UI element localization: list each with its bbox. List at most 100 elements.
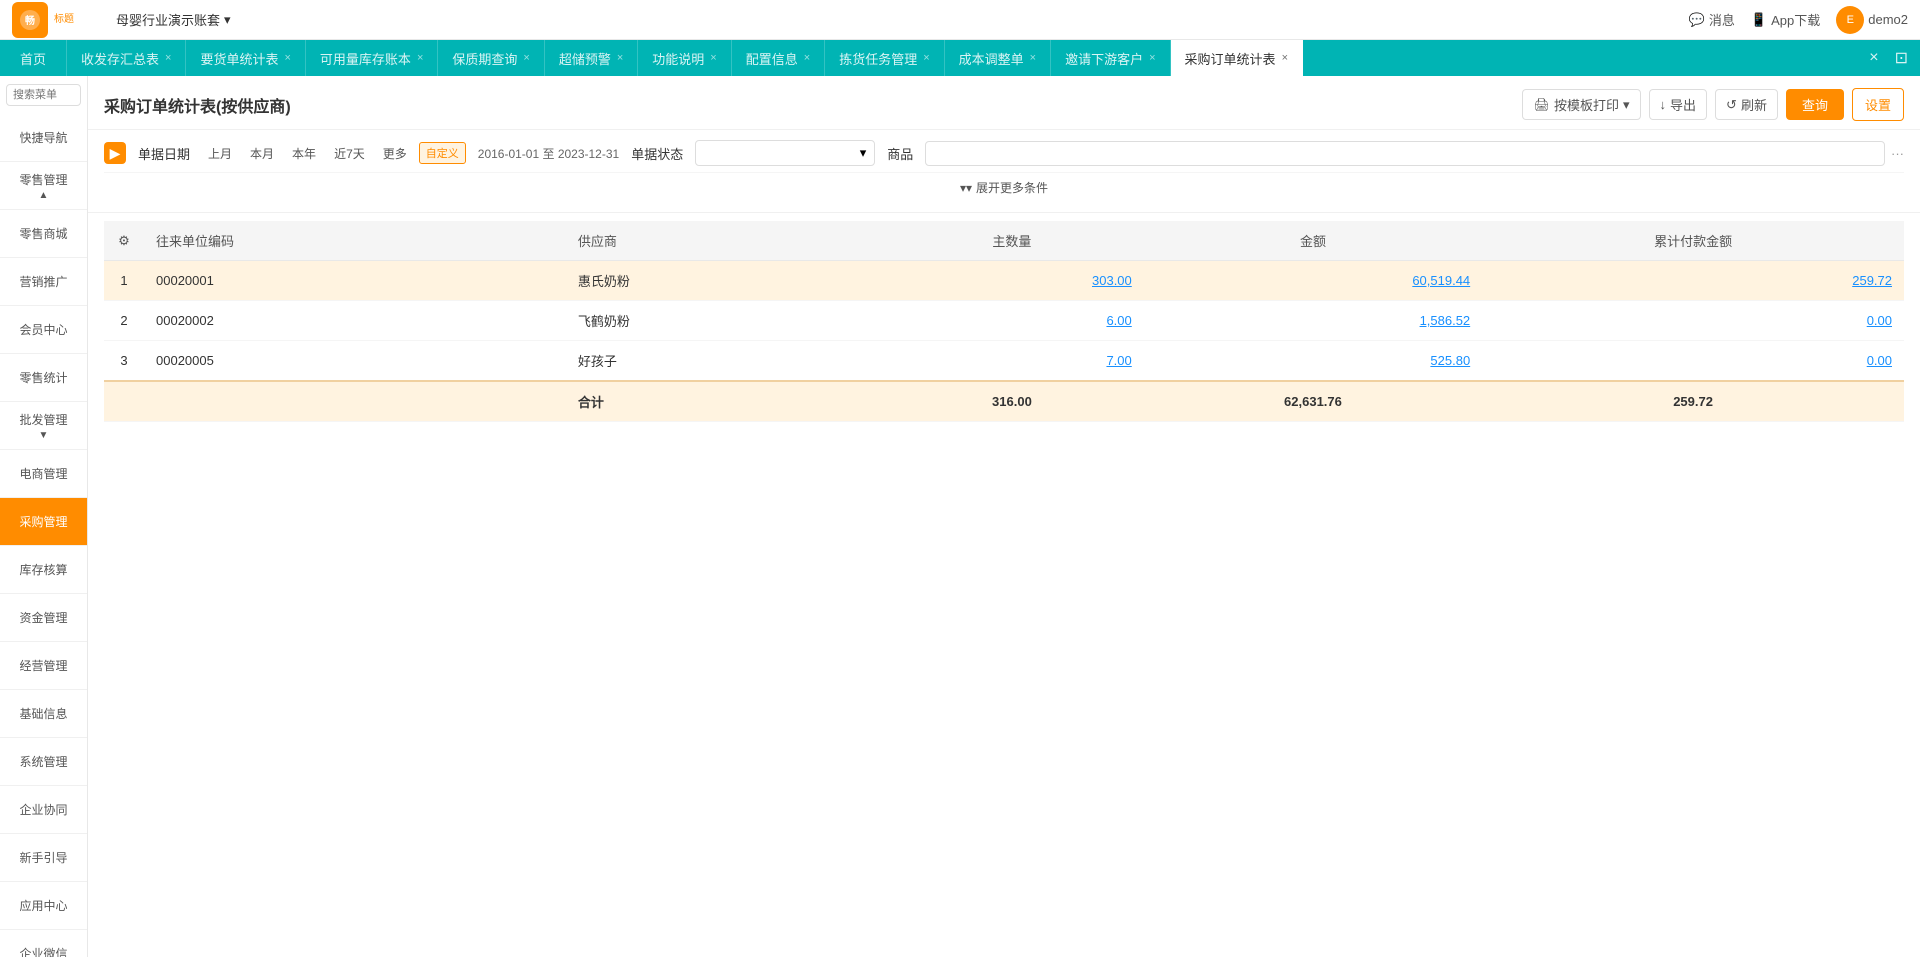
row-amount[interactable]: 525.80 (1144, 341, 1482, 382)
user-menu[interactable]: E demo2 (1836, 6, 1908, 34)
date-chip-this-month[interactable]: 本月 (244, 143, 280, 164)
sidebar-search-input[interactable] (6, 84, 81, 106)
goods-filter-label: 商品 (887, 144, 913, 163)
export-button[interactable]: ↓ 导出 (1649, 89, 1708, 120)
table-header: ⚙ 往来单位编码 供应商 主数量 金额 累计付款金额 (104, 221, 1904, 261)
row-code: 00020002 (144, 301, 566, 341)
close-tab-requisition[interactable]: × (284, 52, 290, 64)
page-title: 采购订单统计表(按供应商) (104, 93, 291, 117)
sidebar-item-retail-mall[interactable]: 零售商城 (0, 210, 87, 258)
close-tab-purchase[interactable]: × (1282, 52, 1288, 64)
date-chip-this-year[interactable]: 本年 (286, 143, 322, 164)
tab-home[interactable]: 首页 (0, 40, 67, 76)
date-chip-last-month[interactable]: 上月 (202, 143, 238, 164)
nav-tabs-end: × ⊡ (1865, 44, 1920, 72)
row-code: 00020005 (144, 341, 566, 382)
sidebar-item-wholesale[interactable]: 批发管理 ▼ (0, 402, 87, 450)
footer-amount: 62,631.76 (1144, 381, 1482, 422)
tab-config[interactable]: 配置信息 × (732, 40, 825, 76)
row-quantity[interactable]: 303.00 (880, 261, 1144, 301)
col-paid: 累计付款金额 (1482, 221, 1904, 261)
close-tab-config[interactable]: × (804, 52, 810, 64)
close-tab-stock[interactable]: × (417, 52, 423, 64)
row-supplier: 惠氏奶粉 (566, 261, 880, 301)
refresh-button[interactable]: ↺ 刷新 (1715, 89, 1778, 120)
query-button[interactable]: 查询 (1786, 89, 1844, 120)
tab-warranty-query[interactable]: 保质期查询 × (438, 40, 544, 76)
tab-picking-task[interactable]: 拣货任务管理 × (825, 40, 944, 76)
close-tab-overstock[interactable]: × (617, 52, 623, 64)
nav-tabs: 首页 收发存汇总表 × 要货单统计表 × 可用量库存账本 × 保质期查询 × 超… (0, 40, 1920, 76)
sidebar-item-app-center[interactable]: 应用中心 (0, 882, 87, 930)
date-chip-7days[interactable]: 近7天 (328, 143, 371, 164)
col-code: 往来单位编码 (144, 221, 566, 261)
row-amount[interactable]: 60,519.44 (1144, 261, 1482, 301)
top-bar-actions: 💬 消息 📱 App下载 E demo2 (1689, 6, 1908, 34)
row-supplier: 好孩子 (566, 341, 880, 382)
tab-available-stock[interactable]: 可用量库存账本 × (306, 40, 438, 76)
status-select[interactable]: ▾ (695, 140, 875, 166)
footer-label: 合计 (566, 381, 880, 422)
gear-icon[interactable]: ⚙ (118, 233, 130, 248)
sidebar-item-enterprise[interactable]: 企业协同 (0, 786, 87, 834)
sidebar-item-ecommerce[interactable]: 电商管理 (0, 450, 87, 498)
row-index: 1 (104, 261, 144, 301)
row-quantity[interactable]: 7.00 (880, 341, 1144, 382)
sidebar-item-retail-stats[interactable]: 零售统计 (0, 354, 87, 402)
tab-invite-downstream[interactable]: 邀请下游客户 × (1051, 40, 1170, 76)
goods-input[interactable] (925, 141, 1885, 166)
app-download-button[interactable]: 📱 App下载 (1751, 10, 1820, 29)
col-settings: ⚙ (104, 221, 144, 261)
row-paid[interactable]: 0.00 (1482, 341, 1904, 382)
row-index: 2 (104, 301, 144, 341)
goods-input-group: ··· (925, 141, 1904, 166)
settings-button[interactable]: 设置 (1852, 88, 1904, 121)
date-chips: 上月 本月 本年 近7天 更多 自定义 (202, 142, 466, 164)
close-tab-cost[interactable]: × (1030, 52, 1036, 64)
tab-collection-summary[interactable]: 收发存汇总表 × (67, 40, 186, 76)
message-button[interactable]: 💬 消息 (1689, 10, 1735, 29)
row-paid[interactable]: 259.72 (1482, 261, 1904, 301)
sidebar-item-quick-nav[interactable]: 快捷导航 (0, 114, 87, 162)
sidebar-item-basic-info[interactable]: 基础信息 (0, 690, 87, 738)
close-tab-invite[interactable]: × (1149, 52, 1155, 64)
sidebar-item-retail[interactable]: 零售管理 ▲ (0, 162, 87, 210)
tab-function-desc[interactable]: 功能说明 × (638, 40, 731, 76)
sidebar-item-operations[interactable]: 经营管理 (0, 642, 87, 690)
row-quantity[interactable]: 6.00 (880, 301, 1144, 341)
sidebar-item-guide[interactable]: 新手引导 (0, 834, 87, 882)
row-paid[interactable]: 0.00 (1482, 301, 1904, 341)
maximize-button[interactable]: ⊡ (1891, 44, 1912, 72)
footer-paid: 259.72 (1482, 381, 1904, 422)
close-tab-warranty[interactable]: × (523, 52, 529, 64)
close-all-tabs-button[interactable]: × (1865, 45, 1882, 71)
filter-toggle-button[interactable]: ▶ (104, 142, 126, 164)
template-print-button[interactable]: 🖨 按模板打印 ▾ (1522, 89, 1640, 120)
close-tab-collection[interactable]: × (165, 52, 171, 64)
date-chip-more[interactable]: 更多 (377, 143, 413, 164)
sidebar-item-finance[interactable]: 资金管理 (0, 594, 87, 642)
workspace-selector[interactable]: 母婴行业演示账套 ▾ (108, 6, 239, 33)
sidebar-item-system[interactable]: 系统管理 (0, 738, 87, 786)
tab-cost-adjust[interactable]: 成本调整单 × (945, 40, 1051, 76)
sidebar-item-purchase[interactable]: 采购管理 (0, 498, 87, 546)
sidebar-item-wechat[interactable]: 企业微信 (0, 930, 87, 957)
expand-more-button[interactable]: ▾▾ 展开更多条件 (104, 172, 1904, 202)
sidebar-item-member[interactable]: 会员中心 (0, 306, 87, 354)
sidebar-item-inventory[interactable]: 库存核算 (0, 546, 87, 594)
tab-purchase-stats[interactable]: 采购订单统计表 × (1171, 40, 1303, 76)
date-chip-custom[interactable]: 自定义 (419, 142, 466, 164)
row-amount[interactable]: 1,586.52 (1144, 301, 1482, 341)
close-tab-picking[interactable]: × (923, 52, 929, 64)
footer-quantity: 316.00 (880, 381, 1144, 422)
table-row: 3 00020005 好孩子 7.00 525.80 0.00 (104, 341, 1904, 382)
goods-more-icon[interactable]: ··· (1891, 146, 1904, 161)
status-filter-label: 单据状态 (631, 144, 683, 163)
col-quantity: 主数量 (880, 221, 1144, 261)
data-table: ⚙ 往来单位编码 供应商 主数量 金额 累计付款金额 1 00020001 (104, 221, 1904, 422)
tab-overstock-warning[interactable]: 超储预警 × (545, 40, 638, 76)
close-tab-function[interactable]: × (710, 52, 716, 64)
tab-requisition-stats[interactable]: 要货单统计表 × (186, 40, 305, 76)
page-header: 采购订单统计表(按供应商) 🖨 按模板打印 ▾ ↓ 导出 ↺ 刷新 (88, 76, 1920, 130)
sidebar-item-marketing[interactable]: 营销推广 (0, 258, 87, 306)
